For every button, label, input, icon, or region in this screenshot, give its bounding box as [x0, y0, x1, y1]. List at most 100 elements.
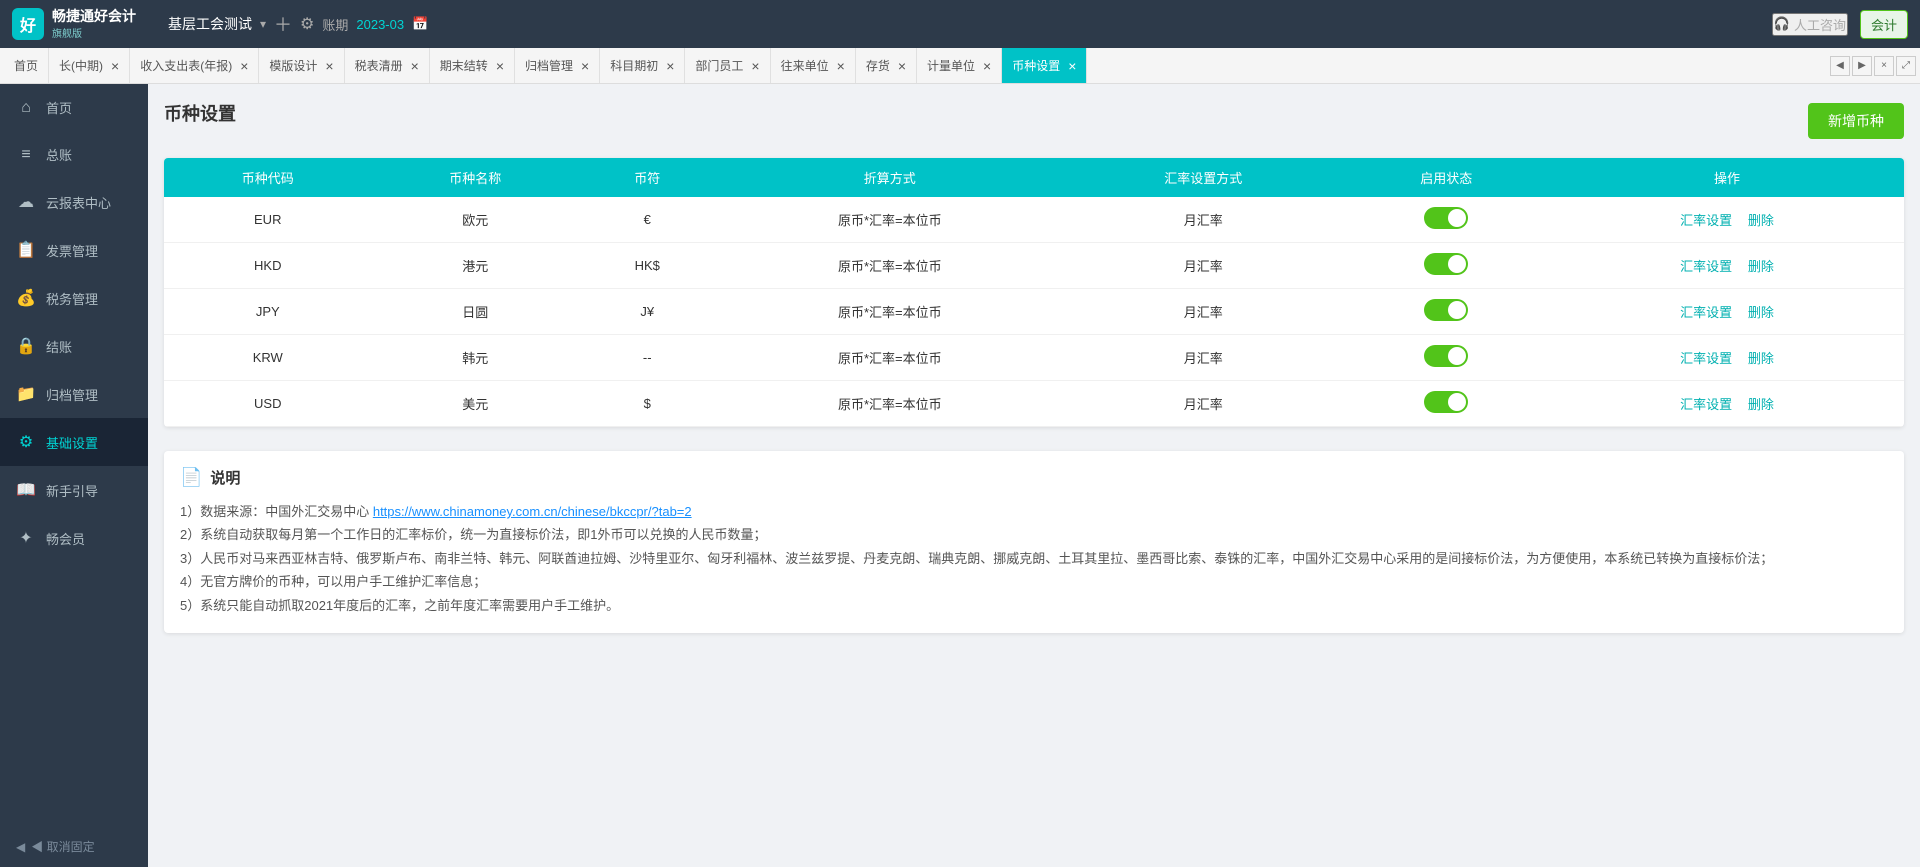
- tab-contacts[interactable]: 往来单位 ×: [771, 48, 856, 84]
- tab-close-icon[interactable]: ×: [837, 58, 845, 74]
- tab-close-icon[interactable]: ×: [411, 58, 419, 74]
- tab-period-end[interactable]: 期末结转 ×: [430, 48, 515, 84]
- sidebar-item-member[interactable]: ✦ 畅会员: [0, 514, 148, 562]
- tab-close-icon[interactable]: ×: [325, 58, 333, 74]
- enable-toggle[interactable]: [1424, 345, 1468, 367]
- enable-toggle[interactable]: [1424, 207, 1468, 229]
- tab-close-icon[interactable]: ×: [983, 58, 991, 74]
- cell-symbol: HK$: [579, 243, 716, 289]
- sidebar-item-guide[interactable]: 📖 新手引导: [0, 466, 148, 514]
- delete-link[interactable]: 删除: [1748, 397, 1774, 412]
- cell-rate-method: 月汇率: [1064, 335, 1342, 381]
- tab-close-icon[interactable]: ×: [581, 58, 589, 74]
- sidebar-item-closing[interactable]: 🔒 结账: [0, 322, 148, 370]
- table-row: HKD 港元 HK$ 原币*汇率=本位币 月汇率 汇率设置 删除: [164, 243, 1904, 289]
- note-item-3: 3）人民币对马来西亚林吉特、俄罗斯卢布、南非兰特、韩元、阿联酋迪拉姆、沙特里亚尔…: [180, 547, 1888, 570]
- sidebar-item-settings[interactable]: ⚙ 基础设置: [0, 418, 148, 466]
- period-label: 账期: [322, 15, 348, 34]
- top-center: 基层工会测试 ▾ ＋ ⚙ 账期 2023-03 📅: [168, 11, 1764, 37]
- add-tab-button[interactable]: ＋: [274, 11, 292, 37]
- cell-actions: 汇率设置 删除: [1550, 289, 1904, 335]
- cell-code: EUR: [164, 197, 372, 243]
- cell-symbol: $: [579, 381, 716, 427]
- company-dropdown-icon[interactable]: ▾: [260, 17, 266, 31]
- cell-symbol: J¥: [579, 289, 716, 335]
- note-item-5: 5）系统只能自动抓取2021年度后的汇率，之前年度汇率需要用户手工维护。: [180, 594, 1888, 617]
- account-type-button[interactable]: 会计: [1860, 10, 1908, 39]
- enable-toggle[interactable]: [1424, 253, 1468, 275]
- delete-link[interactable]: 删除: [1748, 259, 1774, 274]
- calendar-icon[interactable]: 📅: [412, 16, 428, 32]
- rate-setting-link[interactable]: 汇率设置: [1680, 213, 1732, 228]
- tab-close-icon[interactable]: ×: [240, 58, 248, 74]
- currency-table: 币种代码 币种名称 币符 折算方式 汇率设置方式 启用状态 操作 EUR 欧元 …: [164, 158, 1904, 427]
- tab-home[interactable]: 首页: [4, 48, 49, 84]
- sidebar-item-invoice[interactable]: 📋 发票管理: [0, 226, 148, 274]
- tab-close-icon[interactable]: ×: [1068, 58, 1076, 74]
- tab-prev-button[interactable]: ◀: [1830, 56, 1850, 76]
- invoice-icon: 📋: [16, 240, 36, 260]
- tab-close-icon[interactable]: ×: [666, 58, 674, 74]
- tab-close-icon[interactable]: ×: [898, 58, 906, 74]
- cell-status: [1343, 197, 1551, 243]
- cell-calc-method: 原币*汇率=本位币: [716, 381, 1064, 427]
- tax-icon: 💰: [16, 288, 36, 308]
- headset-icon: 🎧: [1774, 16, 1790, 32]
- sidebar-item-ledger[interactable]: ≡ 总账: [0, 131, 148, 178]
- delete-link[interactable]: 删除: [1748, 305, 1774, 320]
- content-wrapper: 币种设置 新增币种 币种代码 币种名称 币符 折算方式 汇率设置方式 启用状态 …: [164, 100, 1904, 633]
- cell-name: 美元: [372, 381, 580, 427]
- home-icon: ⌂: [16, 99, 36, 117]
- top-right: 🎧 人工咨询 会计: [1772, 10, 1908, 39]
- sidebar-collapse-button[interactable]: ◀ ◀ 取消固定: [0, 826, 148, 867]
- settings-gear-icon[interactable]: ⚙: [300, 14, 314, 34]
- tab-medium-report[interactable]: 长(中期) ×: [49, 48, 130, 84]
- sidebar-item-archive[interactable]: 📁 归档管理: [0, 370, 148, 418]
- col-header-calc: 折算方式: [716, 158, 1064, 197]
- tab-next-button[interactable]: ▶: [1852, 56, 1872, 76]
- tab-close-all-button[interactable]: ×: [1874, 56, 1894, 76]
- tab-close-icon[interactable]: ×: [751, 58, 759, 74]
- enable-toggle[interactable]: [1424, 299, 1468, 321]
- col-header-actions: 操作: [1550, 158, 1904, 197]
- table-header-row: 币种代码 币种名称 币符 折算方式 汇率设置方式 启用状态 操作: [164, 158, 1904, 197]
- sidebar-item-reports[interactable]: ☁ 云报表中心: [0, 178, 148, 226]
- sidebar-item-tax[interactable]: 💰 税务管理: [0, 274, 148, 322]
- tab-inventory[interactable]: 存货 ×: [856, 48, 917, 84]
- rate-setting-link[interactable]: 汇率设置: [1680, 259, 1732, 274]
- sidebar-item-home[interactable]: ⌂ 首页: [0, 84, 148, 131]
- tab-template-design[interactable]: 模版设计 ×: [259, 48, 344, 84]
- enable-toggle[interactable]: [1424, 391, 1468, 413]
- new-currency-button[interactable]: 新增币种: [1808, 103, 1904, 139]
- col-header-rate-method: 汇率设置方式: [1064, 158, 1342, 197]
- tab-currency-settings[interactable]: 币种设置 ×: [1002, 48, 1087, 84]
- rate-setting-link[interactable]: 汇率设置: [1680, 397, 1732, 412]
- help-button[interactable]: 🎧 人工咨询: [1772, 13, 1848, 36]
- collapse-icon: ◀: [16, 840, 25, 854]
- delete-link[interactable]: 删除: [1748, 351, 1774, 366]
- cell-status: [1343, 243, 1551, 289]
- note-link[interactable]: https://www.chinamoney.com.cn/chinese/bk…: [373, 504, 692, 519]
- cell-rate-method: 月汇率: [1064, 243, 1342, 289]
- rate-setting-link[interactable]: 汇率设置: [1680, 351, 1732, 366]
- delete-link[interactable]: 删除: [1748, 213, 1774, 228]
- main-layout: ⌂ 首页 ≡ 总账 ☁ 云报表中心 📋 发票管理 💰 税务管理 🔒 结账 📁 归…: [0, 84, 1920, 867]
- cell-code: USD: [164, 381, 372, 427]
- note-title: 📄 说明: [180, 467, 1888, 488]
- tab-tax-table[interactable]: 税表清册 ×: [345, 48, 430, 84]
- tab-close-icon[interactable]: ×: [111, 58, 119, 74]
- rate-setting-link[interactable]: 汇率设置: [1680, 305, 1732, 320]
- cell-code: KRW: [164, 335, 372, 381]
- cloud-icon: ☁: [16, 192, 36, 212]
- cell-actions: 汇率设置 删除: [1550, 381, 1904, 427]
- tab-close-icon[interactable]: ×: [496, 58, 504, 74]
- tab-dept-staff[interactable]: 部门员工 ×: [685, 48, 770, 84]
- tab-annual-report[interactable]: 收入支出表(年报) ×: [130, 48, 259, 84]
- tab-expand-button[interactable]: ⤢: [1896, 56, 1916, 76]
- tab-subject-init[interactable]: 科目期初 ×: [600, 48, 685, 84]
- logo-text: 畅捷通好会计 旗舰版: [52, 8, 136, 40]
- note-item-1: 1）数据来源：中国外汇交易中心 https://www.chinamoney.c…: [180, 500, 1888, 523]
- tab-measurement-unit[interactable]: 计量单位 ×: [917, 48, 1002, 84]
- col-header-status: 启用状态: [1343, 158, 1551, 197]
- tab-archive[interactable]: 归档管理 ×: [515, 48, 600, 84]
